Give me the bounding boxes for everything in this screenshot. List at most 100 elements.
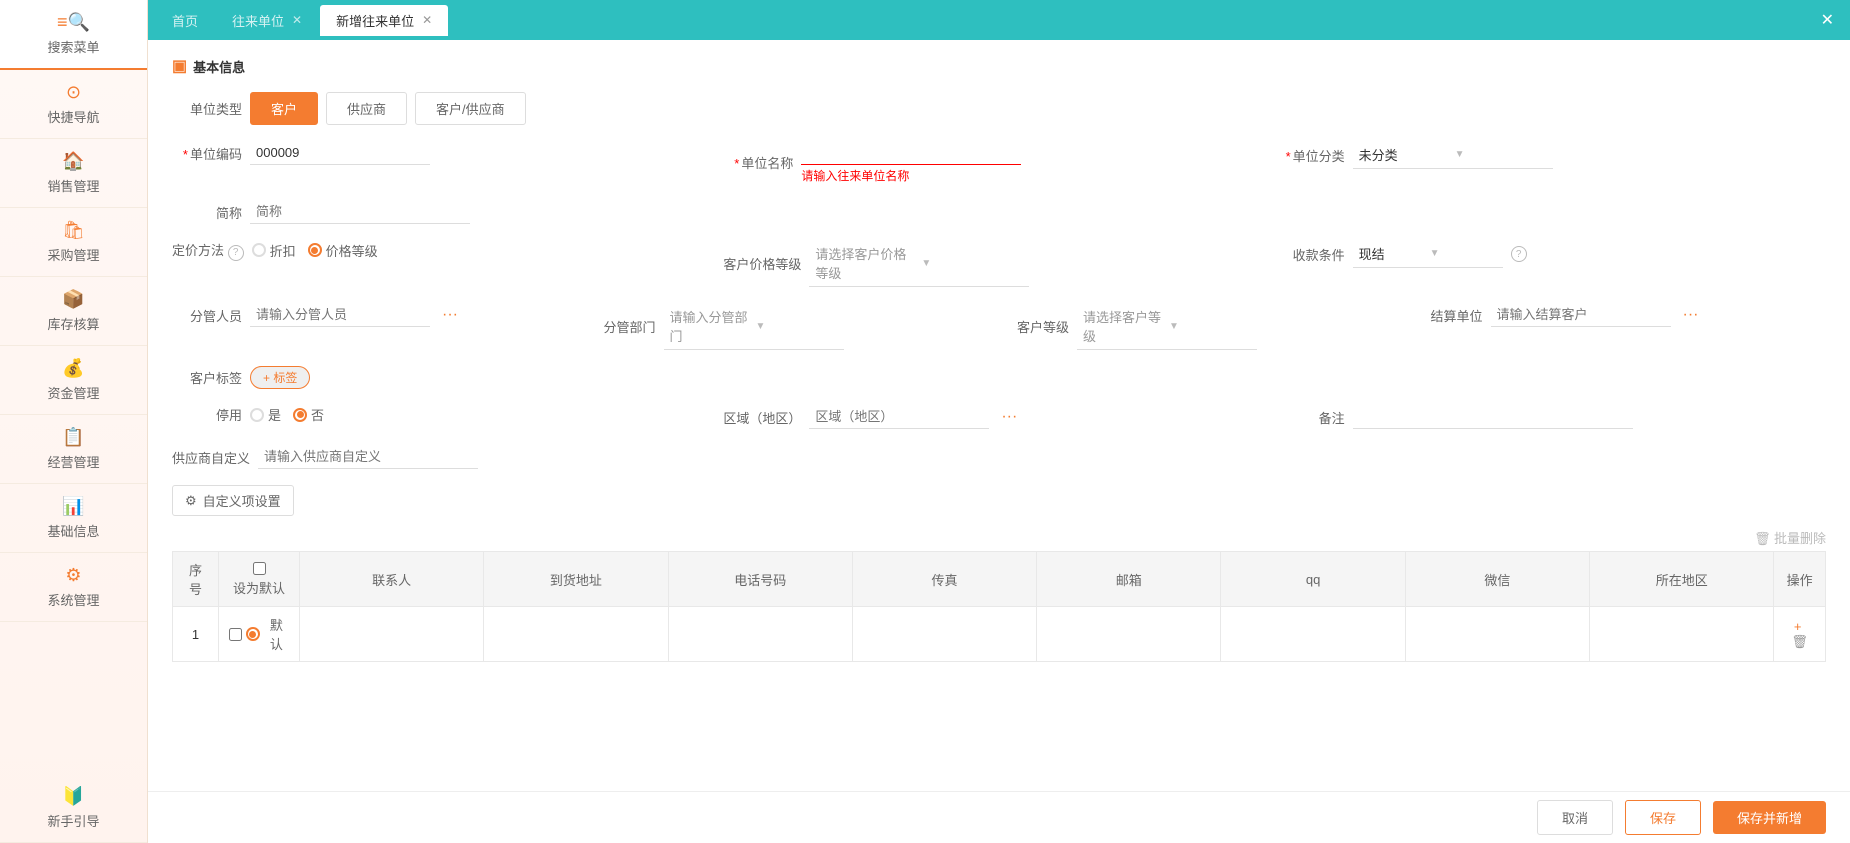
row-address[interactable] <box>484 607 668 662</box>
unit-category-select[interactable]: 未分类 ▼ <box>1353 141 1553 169</box>
batch-delete-label[interactable]: 批量删除 <box>1774 531 1826 546</box>
row-default: 默认 <box>219 607 300 662</box>
shortname-row: 简称 <box>172 200 1826 224</box>
close-all-tabs[interactable]: ✕ <box>1813 6 1842 34</box>
payment-terms-select[interactable]: 现结 ▼ <box>1353 240 1503 268</box>
col-email: 邮箱 <box>1037 552 1221 607</box>
settlement-input[interactable] <box>1491 303 1671 327</box>
sidebar-item-sales[interactable]: 🏠 销售管理 <box>0 139 147 208</box>
payment-help-icon[interactable]: ? <box>1511 246 1527 262</box>
department-select[interactable]: 请输入分管部门 ▼ <box>664 303 844 350</box>
supplier-custom-input[interactable] <box>258 445 478 469</box>
disabled-no-radio[interactable]: 否 <box>293 405 324 424</box>
customer-level-group: 客户等级 请选择客户等级 ▼ <box>999 303 1413 350</box>
manager-dots-btn[interactable]: ··· <box>438 306 462 324</box>
sidebar-item-basic[interactable]: 📊 基础信息 <box>0 484 147 553</box>
default-radio[interactable]: 默认 <box>246 615 289 653</box>
row-wechat[interactable] <box>1405 607 1589 662</box>
settlement-dots-btn[interactable]: ··· <box>1679 306 1703 324</box>
row-phone[interactable] <box>668 607 852 662</box>
short-name-input[interactable] <box>250 200 470 224</box>
pricing-method-group: 定价方法 ? 折扣 价格等级 <box>172 240 723 261</box>
custom-settings-button[interactable]: ⚙ 自定义项设置 <box>172 485 294 516</box>
col-fax: 传真 <box>852 552 1036 607</box>
col-contact: 联系人 <box>300 552 484 607</box>
type-btn-both[interactable]: 客户/供应商 <box>415 92 526 125</box>
col-wechat: 微信 <box>1405 552 1589 607</box>
manager-row: 分管人员 ··· 分管部门 请输入分管部门 ▼ 客户等级 请选择客户等级 ▼ 结… <box>172 303 1826 350</box>
region-dots-btn[interactable]: ··· <box>997 408 1021 426</box>
type-btn-customer[interactable]: 客户 <box>250 92 318 125</box>
unit-name-input[interactable] <box>801 141 1021 165</box>
manager-label: 分管人员 <box>172 306 242 325</box>
row-region[interactable] <box>1590 607 1774 662</box>
home-icon: ⊙ <box>66 82 81 103</box>
sidebar-item-system[interactable]: ⚙ 系统管理 <box>0 553 147 622</box>
pricing-discount-radio[interactable]: 折扣 <box>252 241 296 260</box>
tab-new-partner-close[interactable]: ✕ <box>422 13 432 27</box>
disabled-yes-radio[interactable]: 是 <box>250 405 281 424</box>
settlement-label: 结算单位 <box>1413 306 1483 325</box>
row-checkbox[interactable] <box>229 628 242 641</box>
customer-level-select[interactable]: 请选择客户等级 ▼ <box>1077 303 1257 350</box>
save-new-button[interactable]: 保存并新增 <box>1713 801 1826 834</box>
row-seq: 1 <box>173 607 219 662</box>
unit-type-group: 单位类型 客户 供应商 客户/供应商 <box>172 92 1826 125</box>
unit-type-buttons: 客户 供应商 客户/供应商 <box>250 92 526 125</box>
cancel-button[interactable]: 取消 <box>1537 800 1613 835</box>
tab-bar: 首页 往来单位 ✕ 新增往来单位 ✕ ✕ <box>148 0 1850 40</box>
footer-bar: 取消 保存 保存并新增 <box>148 791 1850 843</box>
customer-price-select[interactable]: 请选择客户价格等级 ▼ <box>809 240 1029 287</box>
tag-group: 客户标签 + 标签 <box>172 366 1826 389</box>
manager-group: 分管人员 ··· <box>172 303 586 327</box>
short-name-group: 简称 <box>172 200 1826 224</box>
row-fax[interactable] <box>852 607 1036 662</box>
sales-icon: 🏠 <box>62 151 84 172</box>
unit-name-error: 请输入往来单位名称 <box>801 167 1021 184</box>
row-contact[interactable] <box>300 607 484 662</box>
customer-tag-label: 客户标签 <box>172 368 242 387</box>
delete-row-btn[interactable]: 🗑 <box>1791 634 1808 649</box>
purchase-icon: 🛍 <box>62 220 85 241</box>
tab-partners-close[interactable]: ✕ <box>292 13 302 27</box>
chevron-payment-icon: ▼ <box>1430 248 1497 259</box>
sidebar-item-search[interactable]: ≡🔍 搜索菜单 <box>0 0 147 70</box>
department-group: 分管部门 请输入分管部门 ▼ <box>586 303 1000 350</box>
unit-type-row: 单位类型 客户 供应商 客户/供应商 <box>172 92 1826 125</box>
supplier-custom-label: 供应商自定义 <box>172 448 250 467</box>
row-qq[interactable] <box>1221 607 1405 662</box>
chevron-level-icon: ▼ <box>1169 321 1251 332</box>
short-name-label: 简称 <box>172 203 242 222</box>
sidebar-item-inventory[interactable]: 📦 库存核算 <box>0 277 147 346</box>
add-row-btn[interactable]: + <box>1794 619 1802 634</box>
form-area: ▣ 基本信息 单位类型 客户 供应商 客户/供应商 *单位编码 <box>148 40 1850 791</box>
add-tag-button[interactable]: + 标签 <box>250 366 310 389</box>
pricing-row: 定价方法 ? 折扣 价格等级 客户价格等级 请选择客户价 <box>172 240 1826 287</box>
sidebar-item-guide[interactable]: 🔰 新手引导 <box>0 774 147 843</box>
region-input[interactable] <box>809 405 989 429</box>
pricing-help-icon[interactable]: ? <box>228 245 244 261</box>
payment-terms-group: 收款条件 现结 ▼ ? <box>1275 240 1826 268</box>
disabled-group: 停用 是 否 <box>172 405 723 424</box>
row-email[interactable] <box>1037 607 1221 662</box>
manager-input[interactable] <box>250 303 430 327</box>
section-title: ▣ 基本信息 <box>172 56 1826 76</box>
select-all-checkbox[interactable] <box>253 562 266 575</box>
sidebar-item-finance[interactable]: 💰 资金管理 <box>0 346 147 415</box>
unit-name-label: *单位名称 <box>723 153 793 172</box>
sidebar-item-quicknav[interactable]: ⊙ 快捷导航 <box>0 70 147 139</box>
type-btn-supplier[interactable]: 供应商 <box>326 92 407 125</box>
unit-code-input[interactable] <box>250 141 430 165</box>
sidebar-item-purchase[interactable]: 🛍 采购管理 <box>0 208 147 277</box>
gear-icon: ⚙ <box>185 493 197 509</box>
pricing-price-level-radio[interactable]: 价格等级 <box>308 241 378 260</box>
tab-new-partner[interactable]: 新增往来单位 ✕ <box>320 5 448 36</box>
customer-price-label: 客户价格等级 <box>723 254 801 273</box>
search-icon: ≡🔍 <box>57 12 90 33</box>
save-button[interactable]: 保存 <box>1625 800 1701 835</box>
radio-circle-price-level <box>308 243 322 257</box>
sidebar-item-operations[interactable]: 📋 经营管理 <box>0 415 147 484</box>
tab-home[interactable]: 首页 <box>156 5 214 36</box>
tab-partners[interactable]: 往来单位 ✕ <box>216 5 318 36</box>
remark-input[interactable] <box>1353 405 1633 429</box>
